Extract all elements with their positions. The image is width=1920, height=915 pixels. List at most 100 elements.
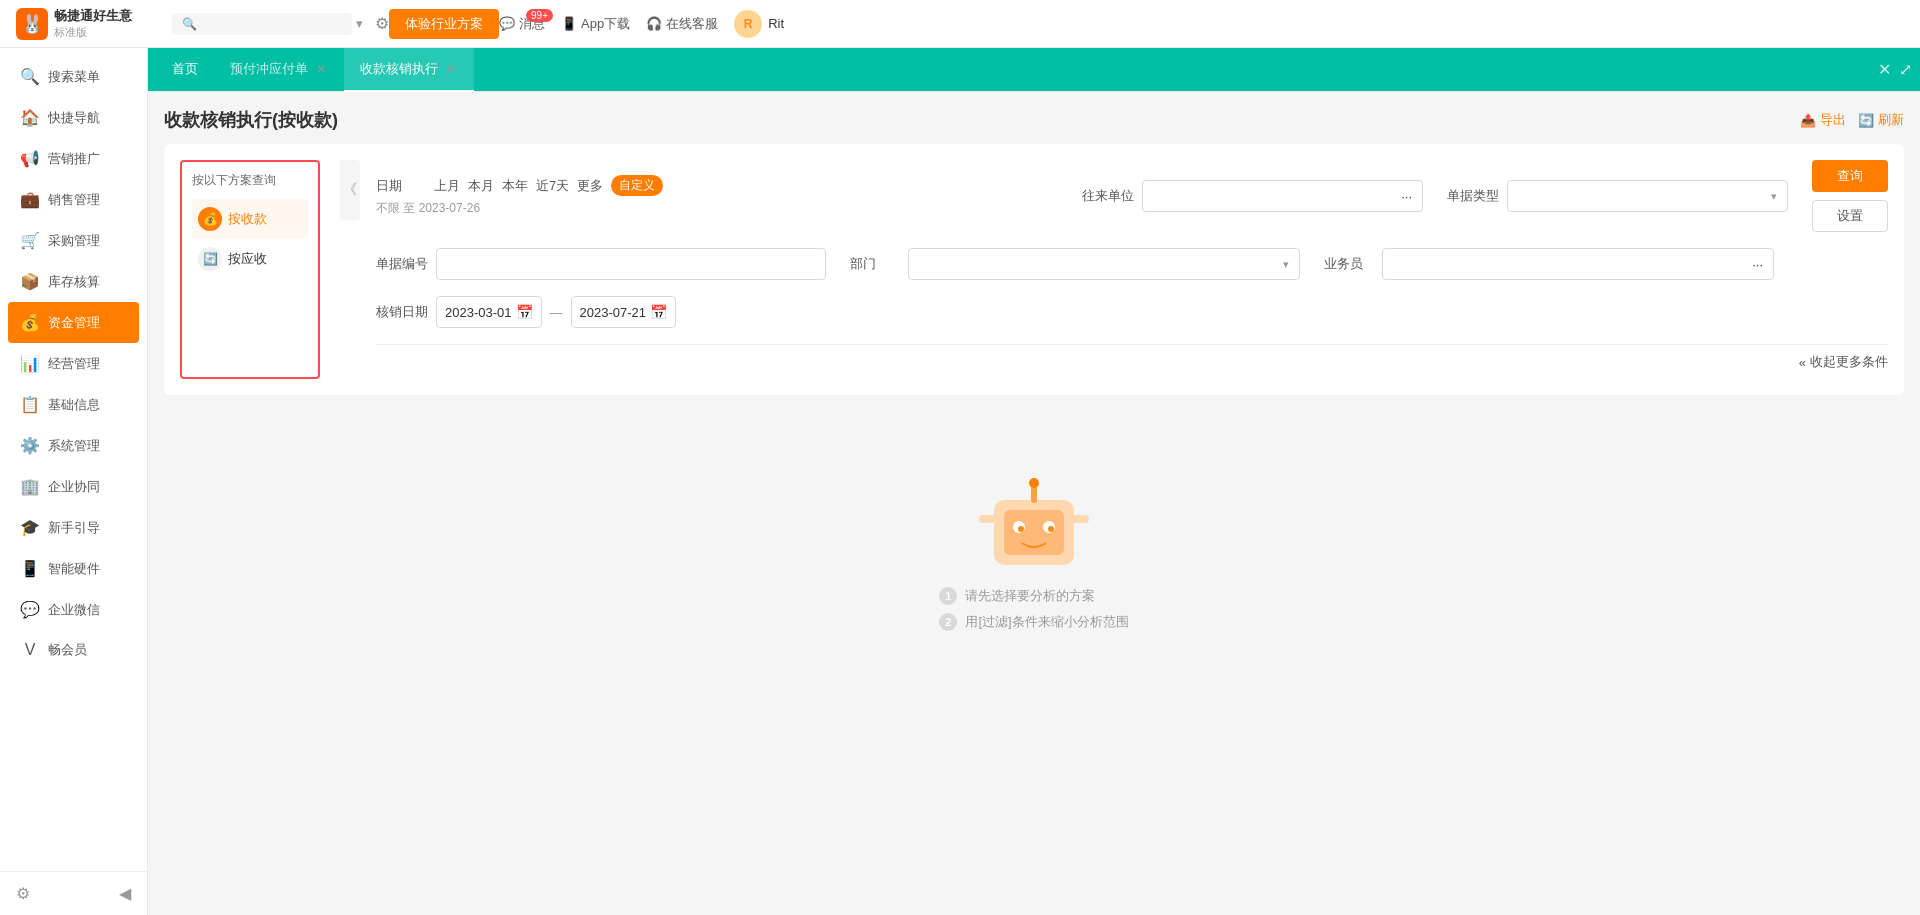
sidebar-item-finance[interactable]: 💰 资金管理 — [8, 302, 139, 343]
calendar-end-icon: 📅 — [650, 304, 667, 320]
setting-button[interactable]: 设置 — [1812, 200, 1888, 232]
system-icon: ⚙️ — [20, 436, 40, 455]
date-shortcut-custom[interactable]: 自定义 — [611, 175, 663, 196]
sidebar-item-hardware[interactable]: 📱 智能硬件 — [0, 548, 147, 589]
tab-home[interactable]: 首页 — [156, 48, 214, 92]
search-dropdown-icon[interactable]: ▾ — [356, 16, 363, 31]
sidebar-item-operations[interactable]: 📊 经营管理 — [0, 343, 147, 384]
sidebar-item-search-menu[interactable]: 🔍 搜索菜单 — [0, 56, 147, 97]
verify-date-start-input[interactable]: 2023-03-01 📅 — [436, 296, 542, 328]
tab-prepay-label: 预付冲应付单 — [230, 60, 308, 78]
employee-label: 业务员 — [1324, 255, 1374, 273]
finance-icon: 💰 — [20, 313, 40, 332]
online-service-button[interactable]: 🎧 在线客服 — [646, 15, 718, 33]
headset-icon: 🎧 — [646, 16, 662, 31]
search-bar[interactable]: 🔍 — [172, 13, 352, 35]
collapse-sidebar-icon[interactable]: ◀ — [119, 884, 131, 903]
date-shortcut-this-year[interactable]: 本年 — [502, 177, 528, 195]
sidebar-item-marketing[interactable]: 📢 营销推广 — [0, 138, 147, 179]
partner-input[interactable]: ··· — [1142, 180, 1423, 212]
collapse-more-label: 收起更多条件 — [1810, 353, 1888, 371]
form-field-docno: 单据编号 — [376, 248, 826, 280]
refresh-button[interactable]: 🔄 刷新 — [1858, 111, 1904, 129]
close-all-tabs-icon[interactable]: ✕ — [1878, 60, 1891, 79]
hint-num-1: 1 — [939, 587, 957, 605]
date-shortcuts: 上月 本月 本年 近7天 更多 自定义 — [434, 175, 663, 196]
date-shortcut-this-month[interactable]: 本月 — [468, 177, 494, 195]
wechat-icon: 💬 — [20, 600, 40, 619]
calendar-start-icon: 📅 — [516, 304, 533, 320]
message-button[interactable]: 💬 消息 99+ — [499, 15, 545, 33]
solution-button[interactable]: 体验行业方案 — [389, 9, 499, 39]
top-right-actions: 💬 消息 99+ 📱 App下载 🎧 在线客服 R Rit — [499, 10, 784, 38]
export-button[interactable]: 📤 导出 — [1800, 111, 1846, 129]
query-button[interactable]: 查询 — [1812, 160, 1888, 192]
page-title: 收款核销执行(按收款) — [164, 108, 338, 132]
tab-prepay[interactable]: 预付冲应付单 ✕ — [214, 48, 344, 92]
filter-by-receipt[interactable]: 💰 按收款 — [192, 199, 308, 239]
date-more[interactable]: 更多 — [577, 177, 603, 195]
date-shortcut-7days[interactable]: 近7天 — [536, 177, 569, 195]
filter-by-receivable[interactable]: 🔄 按应收 — [192, 239, 308, 279]
gear-icon[interactable]: ⚙ — [375, 14, 389, 33]
collapse-arrows-icon: « — [1799, 355, 1806, 370]
collapse-more-button[interactable]: « 收起更多条件 — [376, 344, 1888, 379]
employee-input[interactable]: ··· — [1382, 248, 1774, 280]
docno-label: 单据编号 — [376, 255, 428, 273]
page-header: 收款核销执行(按收款) 📤 导出 🔄 刷新 — [164, 108, 1904, 132]
svg-point-5 — [1048, 526, 1054, 532]
app-download-button[interactable]: 📱 App下载 — [561, 15, 630, 33]
close-tab-collection-icon[interactable]: ✕ — [444, 60, 458, 78]
sidebar-item-wechat[interactable]: 💬 企业微信 — [0, 589, 147, 630]
refresh-label: 刷新 — [1878, 111, 1904, 129]
sidebar-item-guide[interactable]: 🎓 新手引导 — [0, 507, 147, 548]
query-form: 日期 上月 本月 本年 近7天 更多 自定义 不限 至 2 — [376, 160, 1888, 379]
empty-hint-1: 1 请先选择要分析的方案 — [939, 587, 1128, 605]
empty-illustration — [974, 475, 1094, 575]
sidebar-item-enterprise[interactable]: 🏢 企业协同 — [0, 466, 147, 507]
doctype-label: 单据类型 — [1447, 187, 1499, 205]
verify-date-end-input[interactable]: 2023-07-21 📅 — [571, 296, 677, 328]
sidebar-item-label: 销售管理 — [48, 191, 100, 209]
sidebar-item-label: 营销推广 — [48, 150, 100, 168]
verify-date-label: 核销日期 — [376, 303, 428, 321]
empty-svg — [974, 475, 1094, 575]
docno-input[interactable] — [436, 248, 826, 280]
close-tab-prepay-icon[interactable]: ✕ — [314, 60, 328, 78]
settings-icon[interactable]: ⚙ — [16, 884, 30, 903]
filter-receivable-label: 按应收 — [228, 250, 267, 268]
user-profile[interactable]: R Rit — [734, 10, 784, 38]
sidebar-item-label: 库存核算 — [48, 273, 100, 291]
sidebar-item-sales[interactable]: 💼 销售管理 — [0, 179, 147, 220]
sidebar-item-member[interactable]: V 畅会员 — [0, 630, 147, 670]
tab-bar: 首页 预付冲应付单 ✕ 收款核销执行 ✕ ✕ ⤢ — [148, 48, 1920, 92]
doctype-select[interactable]: ▾ — [1507, 180, 1788, 212]
collapse-icon: 《 — [343, 181, 357, 199]
dots-icon: ··· — [1401, 189, 1412, 204]
tab-collection[interactable]: 收款核销执行 ✕ — [344, 48, 474, 92]
sidebar-item-quick-nav[interactable]: 🏠 快捷导航 — [0, 97, 147, 138]
dept-select[interactable]: ▾ — [908, 248, 1300, 280]
verify-date-start-value: 2023-03-01 — [445, 305, 512, 320]
page-content: 收款核销执行(按收款) 📤 导出 🔄 刷新 按以下方案查询 — [148, 92, 1920, 915]
sidebar-item-inventory[interactable]: 📦 库存核算 — [0, 261, 147, 302]
filter-panel: 按以下方案查询 💰 按收款 🔄 按应收 — [180, 160, 320, 379]
sidebar-item-purchase[interactable]: 🛒 采购管理 — [0, 220, 147, 261]
home-label: 首页 — [172, 60, 198, 78]
page-header-actions: 📤 导出 🔄 刷新 — [1800, 111, 1904, 129]
dept-label: 部门 — [850, 255, 900, 273]
logo-sub: 标准版 — [54, 25, 132, 39]
date-shortcut-last-month[interactable]: 上月 — [434, 177, 460, 195]
search-menu-icon: 🔍 — [20, 67, 40, 86]
sidebar-item-label: 搜索菜单 — [48, 68, 100, 86]
sidebar-item-basic-info[interactable]: 📋 基础信息 — [0, 384, 147, 425]
sidebar-item-label: 企业协同 — [48, 478, 100, 496]
online-service-label: 在线客服 — [666, 15, 718, 33]
collapse-filter-button[interactable]: 《 — [340, 160, 360, 220]
sidebar-item-system[interactable]: ⚙️ 系统管理 — [0, 425, 147, 466]
receipt-filter-icon: 💰 — [198, 207, 222, 231]
logo-text: 畅捷通好生意 标准版 — [54, 8, 132, 39]
tab-collection-label: 收款核销执行 — [360, 60, 438, 78]
sidebar-item-label: 快捷导航 — [48, 109, 100, 127]
expand-icon[interactable]: ⤢ — [1899, 60, 1912, 79]
